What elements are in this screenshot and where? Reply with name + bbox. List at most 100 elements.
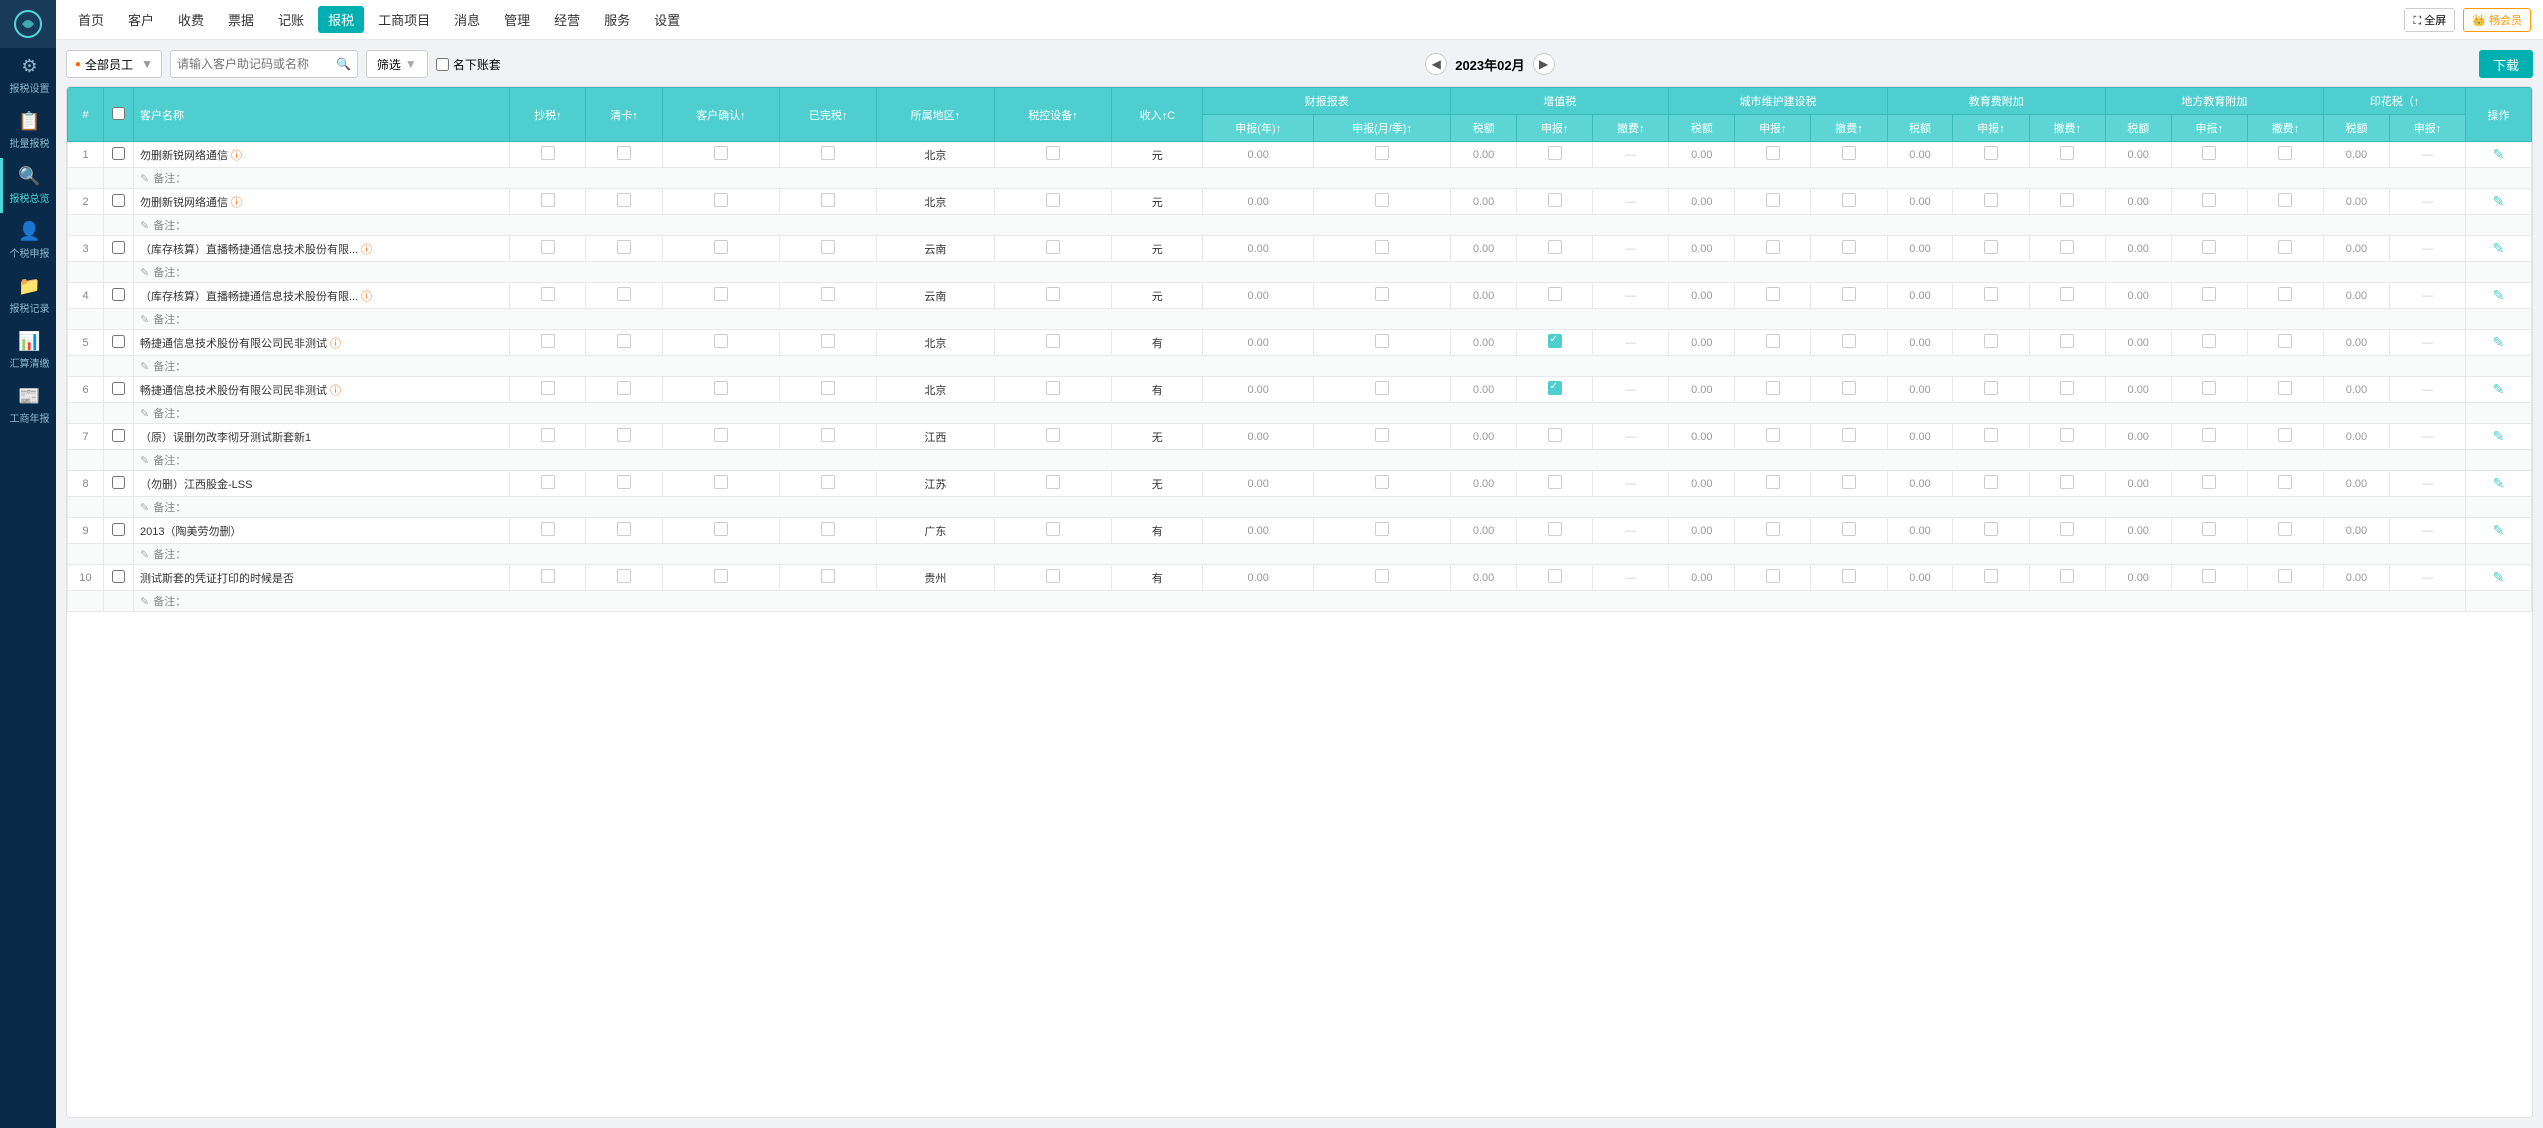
row-checkbox[interactable] (112, 194, 125, 207)
nav-operations[interactable]: 经营 (544, 6, 590, 33)
note-edit-icon[interactable]: ✎ (140, 548, 149, 561)
client-confirm-checkbox[interactable] (714, 287, 728, 301)
sidebar-item-personal-tax[interactable]: 👤 个税申报 (0, 213, 56, 268)
client-confirm-checkbox[interactable] (714, 334, 728, 348)
tax-device-checkbox[interactable] (1046, 475, 1060, 489)
vat-declare-checkbox[interactable] (1548, 475, 1562, 489)
note-edit-icon[interactable]: ✎ (140, 501, 149, 514)
client-confirm-checkbox[interactable] (714, 475, 728, 489)
fullscreen-button[interactable]: ⛶ 全屏 (2404, 8, 2455, 32)
client-confirm-checkbox[interactable] (714, 428, 728, 442)
fr-month-checkbox[interactable] (1375, 287, 1389, 301)
client-confirm-checkbox[interactable] (714, 240, 728, 254)
account-filter-label[interactable]: 名下账套 (436, 56, 501, 73)
vat-declare-checkbox[interactable] (1548, 428, 1562, 442)
row-checkbox[interactable] (112, 382, 125, 395)
tax-device-checkbox[interactable] (1046, 381, 1060, 395)
clear-card-checkbox[interactable] (617, 240, 631, 254)
sidebar-item-tax-overview[interactable]: 🔍 报税总览 (0, 158, 56, 213)
note-edit-icon[interactable]: ✎ (140, 266, 149, 279)
tax-device-checkbox[interactable] (1046, 240, 1060, 254)
edu-fee-checkbox[interactable] (2060, 240, 2074, 254)
edit-button[interactable]: ✎ (2493, 193, 2505, 209)
clear-card-checkbox[interactable] (617, 334, 631, 348)
note-edit-icon[interactable]: ✎ (140, 219, 149, 232)
note-edit-icon[interactable]: ✎ (140, 360, 149, 373)
edu-fee-checkbox[interactable] (2060, 522, 2074, 536)
local-declare-checkbox[interactable] (2202, 193, 2216, 207)
note-edit-icon[interactable]: ✎ (140, 595, 149, 608)
vat-declare-checkbox[interactable] (1548, 146, 1562, 160)
clear-card-checkbox[interactable] (617, 428, 631, 442)
city-declare-checkbox[interactable] (1766, 381, 1780, 395)
fr-month-checkbox[interactable] (1375, 334, 1389, 348)
city-declare-checkbox[interactable] (1766, 334, 1780, 348)
nav-tax[interactable]: 报税 (318, 6, 364, 33)
filed-checkbox[interactable] (821, 381, 835, 395)
edit-button[interactable]: ✎ (2493, 428, 2505, 444)
filed-checkbox[interactable] (821, 475, 835, 489)
tax-device-checkbox[interactable] (1046, 193, 1060, 207)
city-declare-checkbox[interactable] (1766, 193, 1780, 207)
vat-declare-checkbox[interactable] (1548, 569, 1562, 583)
vat-declare-checkbox[interactable] (1548, 193, 1562, 207)
tax-device-checkbox[interactable] (1046, 334, 1060, 348)
local-declare-checkbox[interactable] (2202, 475, 2216, 489)
fr-month-checkbox[interactable] (1375, 569, 1389, 583)
row-checkbox[interactable] (112, 335, 125, 348)
clear-card-checkbox[interactable] (617, 381, 631, 395)
local-fee-checkbox[interactable] (2278, 381, 2292, 395)
nav-management[interactable]: 管理 (494, 6, 540, 33)
select-all-checkbox[interactable] (112, 107, 125, 120)
edu-declare-checkbox[interactable] (1984, 381, 1998, 395)
note-edit-icon[interactable]: ✎ (140, 454, 149, 467)
local-fee-checkbox[interactable] (2278, 475, 2292, 489)
client-confirm-checkbox[interactable] (714, 522, 728, 536)
nav-accounting[interactable]: 记账 (268, 6, 314, 33)
edu-declare-checkbox[interactable] (1984, 569, 1998, 583)
nav-client[interactable]: 客户 (118, 6, 164, 33)
vip-button[interactable]: 👑 畅会员 (2463, 8, 2531, 32)
note-edit-icon[interactable]: ✎ (140, 172, 149, 185)
tax-device-checkbox[interactable] (1046, 522, 1060, 536)
edu-fee-checkbox[interactable] (2060, 146, 2074, 160)
fr-month-checkbox[interactable] (1375, 193, 1389, 207)
edit-button[interactable]: ✎ (2493, 240, 2505, 256)
client-confirm-checkbox[interactable] (714, 381, 728, 395)
clear-card-checkbox[interactable] (617, 522, 631, 536)
local-fee-checkbox[interactable] (2278, 569, 2292, 583)
city-fee-checkbox[interactable] (1842, 381, 1856, 395)
vat-declare-checkbox[interactable] (1548, 287, 1562, 301)
filed-checkbox[interactable] (821, 146, 835, 160)
local-fee-checkbox[interactable] (2278, 193, 2292, 207)
city-declare-checkbox[interactable] (1766, 569, 1780, 583)
vat-declare-checked[interactable] (1548, 381, 1562, 395)
nav-settings[interactable]: 设置 (644, 6, 690, 33)
edu-declare-checkbox[interactable] (1984, 475, 1998, 489)
fr-month-checkbox[interactable] (1375, 522, 1389, 536)
city-fee-checkbox[interactable] (1842, 475, 1856, 489)
edu-declare-checkbox[interactable] (1984, 240, 1998, 254)
nav-home[interactable]: 首页 (68, 6, 114, 33)
local-fee-checkbox[interactable] (2278, 334, 2292, 348)
row-checkbox[interactable] (112, 523, 125, 536)
edu-declare-checkbox[interactable] (1984, 287, 1998, 301)
fr-month-checkbox[interactable] (1375, 240, 1389, 254)
next-month-button[interactable]: ▶ (1533, 53, 1555, 75)
edit-button[interactable]: ✎ (2493, 381, 2505, 397)
filed-checkbox[interactable] (821, 428, 835, 442)
row-checkbox[interactable] (112, 476, 125, 489)
tax-type-checkbox[interactable] (541, 428, 555, 442)
local-declare-checkbox[interactable] (2202, 240, 2216, 254)
note-edit-icon[interactable]: ✎ (140, 407, 149, 420)
nav-billing[interactable]: 收费 (168, 6, 214, 33)
edu-fee-checkbox[interactable] (2060, 193, 2074, 207)
filed-checkbox[interactable] (821, 334, 835, 348)
sidebar-item-annual-settlement[interactable]: 📊 汇算清缴 (0, 323, 56, 378)
edit-button[interactable]: ✎ (2493, 522, 2505, 538)
filed-checkbox[interactable] (821, 287, 835, 301)
local-fee-checkbox[interactable] (2278, 428, 2292, 442)
tax-type-checkbox[interactable] (541, 522, 555, 536)
local-declare-checkbox[interactable] (2202, 381, 2216, 395)
city-fee-checkbox[interactable] (1842, 146, 1856, 160)
